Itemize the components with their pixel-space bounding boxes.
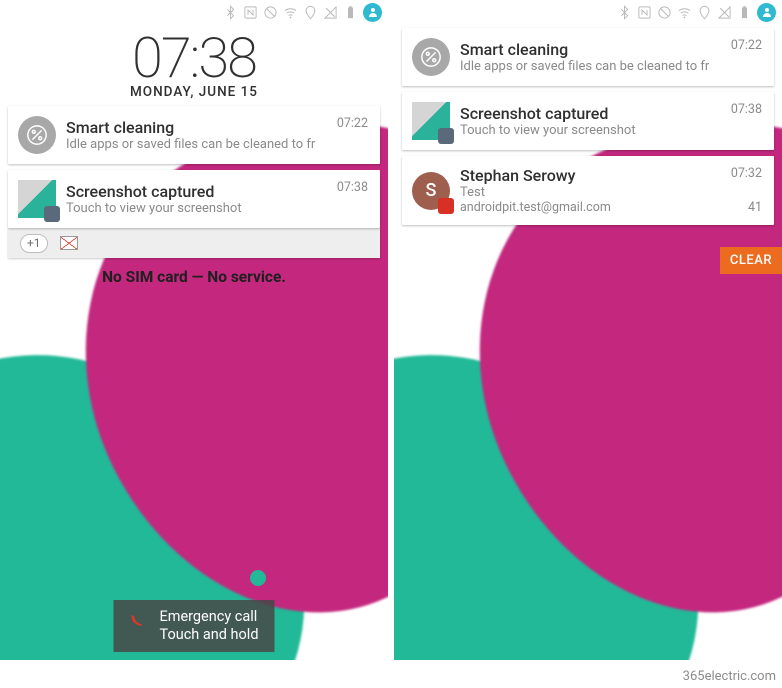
no-signal-icon (717, 5, 732, 20)
notification-subject: Test (460, 185, 764, 200)
dnd-icon (657, 5, 672, 20)
emergency-call-button[interactable]: Emergency call Touch and hold (113, 600, 274, 652)
phone-notification-shade: Smart cleaning Idle apps or saved files … (394, 0, 782, 660)
notification-subtitle: Touch to view your screenshot (460, 123, 764, 138)
nfc-icon (637, 5, 652, 20)
bluetooth-icon (223, 5, 238, 20)
clock-time: 07:38 (0, 30, 388, 86)
location-icon (303, 5, 318, 20)
status-bar (394, 0, 782, 24)
user-switch-icon[interactable] (757, 3, 776, 22)
notification-time: 07:38 (731, 102, 762, 117)
phone-lockscreen: 07:38 MONDAY, JUNE 15 Smart cleaning Idl… (0, 0, 388, 660)
emergency-line1: Emergency call (159, 608, 258, 626)
notification-subtitle: Idle apps or saved files can be cleaned … (66, 137, 370, 152)
notification-screenshot[interactable]: Screenshot captured Touch to view your s… (402, 92, 774, 150)
notification-smart-cleaning[interactable]: Smart cleaning Idle apps or saved files … (402, 28, 774, 86)
notification-time: 07:32 (731, 166, 762, 181)
notification-time: 07:22 (731, 38, 762, 53)
notification-title: Smart cleaning (460, 40, 764, 59)
notification-time: 07:38 (337, 180, 368, 195)
notification-time: 07:22 (337, 116, 368, 131)
notification-count: 41 (748, 200, 762, 215)
screenshot-thumbnail-icon (412, 102, 450, 140)
notification-overflow-row[interactable]: +1 (8, 228, 380, 258)
notification-subtitle: Idle apps or saved files can be cleaned … (460, 59, 764, 74)
notification-title: Stephan Serowy (460, 166, 764, 185)
location-icon (697, 5, 712, 20)
overflow-count: +1 (20, 234, 48, 253)
watermark-text: 365electric.com (683, 669, 776, 684)
notification-title: Screenshot captured (66, 182, 370, 201)
lock-clock: 07:38 MONDAY, JUNE 15 (0, 30, 388, 100)
sender-avatar-icon: S (412, 172, 450, 210)
screenshot-thumbnail-icon (18, 180, 56, 218)
emergency-line2: Touch and hold (159, 626, 258, 644)
user-switch-icon[interactable] (363, 3, 382, 22)
dnd-icon (263, 5, 278, 20)
notification-sender-address: androidpit.test@gmail.com (460, 200, 764, 215)
sim-status-text: No SIM card — No service. (0, 268, 388, 286)
notification-smart-cleaning[interactable]: Smart cleaning Idle apps or saved files … (8, 106, 380, 164)
battery-icon (737, 5, 752, 20)
status-bar (0, 0, 388, 24)
no-signal-icon (323, 5, 338, 20)
bluetooth-icon (617, 5, 632, 20)
clear-all-button[interactable]: CLEAR (720, 247, 782, 274)
gmail-icon (60, 236, 78, 250)
wifi-icon (677, 5, 692, 20)
wifi-icon (283, 5, 298, 20)
percent-icon (412, 38, 450, 76)
notification-screenshot[interactable]: Screenshot captured Touch to view your s… (8, 170, 380, 228)
notification-subtitle: Touch to view your screenshot (66, 201, 370, 216)
notification-email[interactable]: S Stephan Serowy Test androidpit.test@gm… (402, 156, 774, 225)
notification-title: Screenshot captured (460, 104, 764, 123)
notification-title: Smart cleaning (66, 118, 370, 137)
nfc-icon (243, 5, 258, 20)
battery-icon (343, 5, 358, 20)
phone-icon (129, 613, 149, 638)
clock-date: MONDAY, JUNE 15 (0, 84, 388, 100)
percent-icon (18, 116, 56, 154)
